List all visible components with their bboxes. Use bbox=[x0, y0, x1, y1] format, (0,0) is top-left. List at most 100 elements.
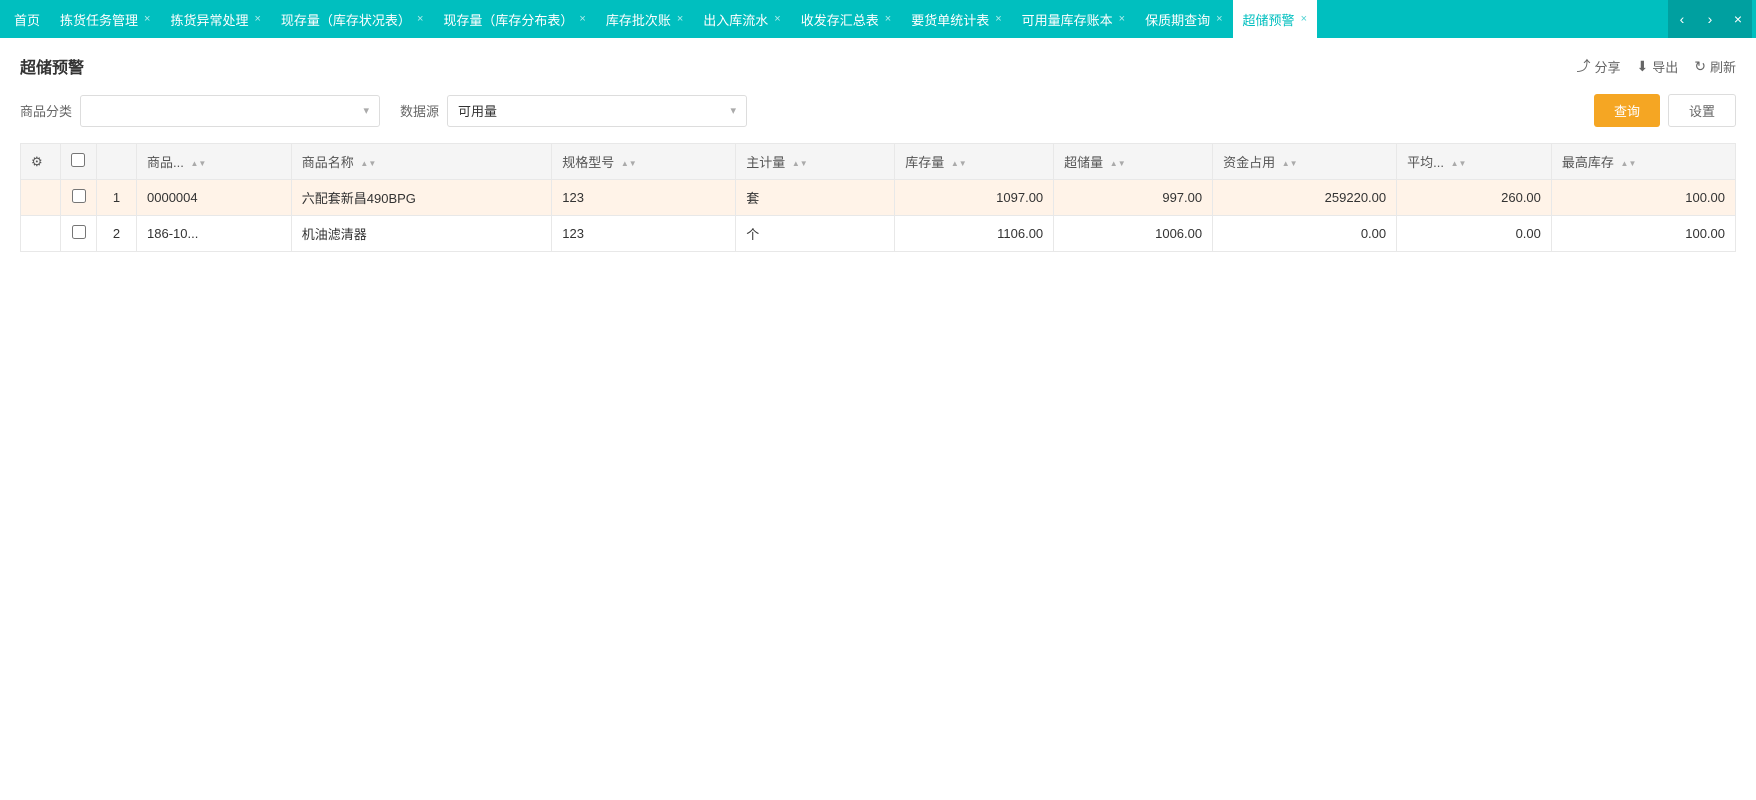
td-avg-1: 0.00 bbox=[1397, 216, 1552, 252]
nav-next-button[interactable]: › bbox=[1696, 0, 1724, 38]
td-row-num-0: 1 bbox=[97, 180, 137, 216]
nav-home[interactable]: 首页 bbox=[4, 0, 50, 38]
th-stock-qty-label: 库存量 bbox=[905, 155, 944, 170]
query-button[interactable]: 查询 bbox=[1594, 94, 1660, 127]
th-checkbox[interactable] bbox=[61, 144, 97, 180]
datasource-filter-group: 数据源 可用量 ▾ bbox=[400, 95, 747, 127]
th-capital-occ-label: 资金占用 bbox=[1223, 155, 1275, 170]
th-product-name-label: 商品名称 bbox=[302, 155, 354, 170]
th-row-num bbox=[97, 144, 137, 180]
settings-button[interactable]: 设置 bbox=[1668, 94, 1736, 127]
nav-close-inventory-status[interactable]: × bbox=[417, 13, 423, 25]
nav-close-collect-summary[interactable]: × bbox=[885, 13, 891, 25]
gear-icon: ⚙ bbox=[31, 154, 43, 169]
td-checkbox-1[interactable] bbox=[61, 216, 97, 252]
share-action[interactable]: ⤴ 分享 bbox=[1576, 56, 1620, 76]
td-product-code-1: 186-10... bbox=[137, 216, 292, 252]
category-filter-group: 商品分类 ▾ bbox=[20, 95, 380, 127]
td-gear-1 bbox=[21, 216, 61, 252]
sort-icon-product-name: ▲▼ bbox=[360, 160, 376, 168]
nav-task-mgmt[interactable]: 拣货任务管理 × bbox=[50, 0, 160, 38]
datasource-filter-label: 数据源 bbox=[400, 101, 439, 120]
nav-abnormal[interactable]: 拣货异常处理 × bbox=[160, 0, 270, 38]
th-avg-label: 平均... bbox=[1407, 155, 1444, 170]
row-checkbox-1[interactable] bbox=[72, 225, 86, 239]
th-product-name[interactable]: 商品名称 ▲▼ bbox=[291, 144, 551, 180]
th-product-code[interactable]: 商品... ▲▼ bbox=[137, 144, 292, 180]
table-row: 2 186-10... 机油滤清器 123 个 1106.00 1006.00 … bbox=[21, 216, 1736, 252]
export-action[interactable]: ⬇ 导出 bbox=[1637, 57, 1679, 76]
refresh-icon: ↻ bbox=[1694, 58, 1706, 75]
th-max-stock-label: 最高库存 bbox=[1562, 155, 1614, 170]
sort-icon-overstock-qty: ▲▼ bbox=[1110, 160, 1126, 168]
nav-close-inout-flow[interactable]: × bbox=[774, 13, 780, 25]
nav-arrows: ‹ › × bbox=[1668, 0, 1752, 38]
td-capital-occ-0: 259220.00 bbox=[1213, 180, 1397, 216]
nav-bar: 首页 拣货任务管理 × 拣货异常处理 × 现存量（库存状况表） × 现存量（库存… bbox=[0, 0, 1756, 38]
nav-close-inventory-dist[interactable]: × bbox=[579, 13, 585, 25]
td-product-name-1: 机油滤清器 bbox=[291, 216, 551, 252]
page-container: 超储预警 ⤴ 分享 ⬇ 导出 ↻ 刷新 商品分类 ▾ 数据源 bbox=[0, 38, 1756, 268]
td-checkbox-0[interactable] bbox=[61, 180, 97, 216]
select-all-checkbox[interactable] bbox=[71, 153, 85, 167]
sort-icon-spec: ▲▼ bbox=[621, 160, 637, 168]
td-max-stock-1: 100.00 bbox=[1551, 216, 1735, 252]
nav-available-ledger[interactable]: 可用量库存账本 × bbox=[1012, 0, 1135, 38]
th-overstock-qty[interactable]: 超储量 ▲▼ bbox=[1054, 144, 1213, 180]
td-capital-occ-1: 0.00 bbox=[1213, 216, 1397, 252]
td-spec-1: 123 bbox=[552, 216, 736, 252]
nav-inventory-status[interactable]: 现存量（库存状况表） × bbox=[271, 0, 433, 38]
sort-icon-avg: ▲▼ bbox=[1451, 160, 1467, 168]
th-gear[interactable]: ⚙ bbox=[21, 144, 61, 180]
nav-close-quality-period[interactable]: × bbox=[1216, 13, 1222, 25]
sort-icon-stock-qty: ▲▼ bbox=[951, 160, 967, 168]
td-row-num-1: 2 bbox=[97, 216, 137, 252]
th-capital-occ[interactable]: 资金占用 ▲▼ bbox=[1213, 144, 1397, 180]
datasource-select-value: 可用量 bbox=[458, 101, 497, 120]
th-spec[interactable]: 规格型号 ▲▼ bbox=[552, 144, 736, 180]
datasource-select[interactable]: 可用量 ▾ bbox=[447, 95, 747, 127]
td-stock-qty-1: 1106.00 bbox=[895, 216, 1054, 252]
th-unit[interactable]: 主计量 ▲▼ bbox=[736, 144, 895, 180]
td-unit-0: 套 bbox=[736, 180, 895, 216]
filter-actions: 查询 设置 bbox=[1594, 94, 1736, 127]
td-overstock-qty-0: 997.00 bbox=[1054, 180, 1213, 216]
table-row: 1 0000004 六配套新昌490BPG 123 套 1097.00 997.… bbox=[21, 180, 1736, 216]
nav-collect-summary[interactable]: 收发存汇总表 × bbox=[791, 0, 901, 38]
nav-overstock-warning[interactable]: 超储预警 × bbox=[1233, 0, 1317, 38]
th-avg[interactable]: 平均... ▲▼ bbox=[1397, 144, 1552, 180]
data-table: ⚙ 商品... ▲▼ 商品名称 ▲▼ 规格型号 ▲▼ bbox=[20, 143, 1736, 252]
nav-close-abnormal[interactable]: × bbox=[254, 13, 260, 25]
nav-close-batch[interactable]: × bbox=[677, 13, 683, 25]
nav-inout-flow[interactable]: 出入库流水 × bbox=[693, 0, 790, 38]
th-overstock-qty-label: 超储量 bbox=[1064, 155, 1103, 170]
nav-prev-button[interactable]: ‹ bbox=[1668, 0, 1696, 38]
td-product-code-0: 0000004 bbox=[137, 180, 292, 216]
page-header: 超储预警 ⤴ 分享 ⬇ 导出 ↻ 刷新 bbox=[20, 54, 1736, 78]
td-product-name-0: 六配套新昌490BPG bbox=[291, 180, 551, 216]
th-stock-qty[interactable]: 库存量 ▲▼ bbox=[895, 144, 1054, 180]
th-max-stock[interactable]: 最高库存 ▲▼ bbox=[1551, 144, 1735, 180]
nav-close-task-mgmt[interactable]: × bbox=[144, 13, 150, 25]
category-chevron-icon: ▾ bbox=[363, 104, 369, 117]
nav-order-stats[interactable]: 要货单统计表 × bbox=[901, 0, 1011, 38]
nav-close-order-stats[interactable]: × bbox=[995, 13, 1001, 25]
nav-close-all-button[interactable]: × bbox=[1724, 0, 1752, 38]
nav-close-available-ledger[interactable]: × bbox=[1119, 13, 1125, 25]
header-actions: ⤴ 分享 ⬇ 导出 ↻ 刷新 bbox=[1576, 56, 1736, 76]
nav-inventory-dist[interactable]: 现存量（库存分布表） × bbox=[433, 0, 595, 38]
td-unit-1: 个 bbox=[736, 216, 895, 252]
sort-icon-product-code: ▲▼ bbox=[190, 160, 206, 168]
category-filter-label: 商品分类 bbox=[20, 101, 72, 120]
page-title: 超储预警 bbox=[20, 54, 84, 78]
nav-close-overstock-warning[interactable]: × bbox=[1301, 13, 1307, 25]
th-spec-label: 规格型号 bbox=[562, 155, 614, 170]
nav-quality-period[interactable]: 保质期查询 × bbox=[1135, 0, 1232, 38]
th-unit-label: 主计量 bbox=[746, 155, 785, 170]
refresh-action[interactable]: ↻ 刷新 bbox=[1694, 57, 1736, 76]
nav-batch[interactable]: 库存批次账 × bbox=[596, 0, 693, 38]
sort-icon-unit: ▲▼ bbox=[792, 160, 808, 168]
category-select[interactable]: ▾ bbox=[80, 95, 380, 127]
row-checkbox-0[interactable] bbox=[72, 189, 86, 203]
datasource-chevron-icon: ▾ bbox=[731, 104, 737, 117]
